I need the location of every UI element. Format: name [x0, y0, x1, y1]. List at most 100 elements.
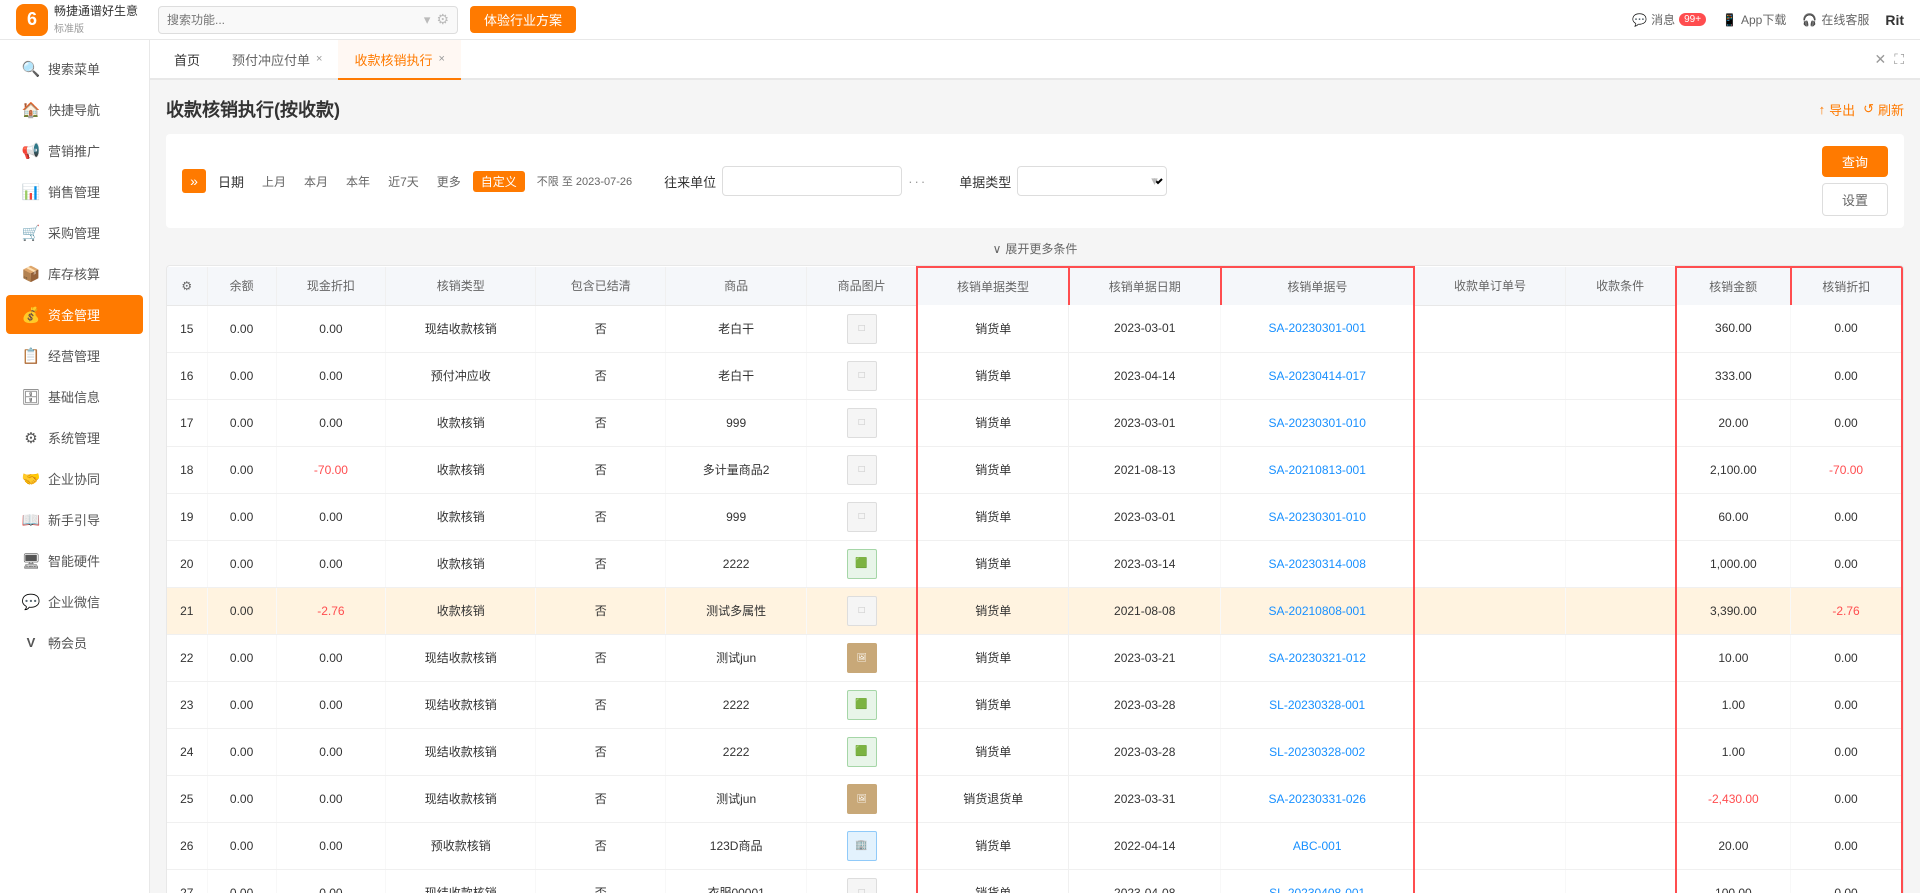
col-gear[interactable]: ⚙ [167, 267, 207, 305]
search-dropdown-icon[interactable]: ▾ [424, 12, 431, 28]
bill-no-link[interactable]: SA-20230414-017 [1268, 369, 1365, 383]
cell-bill-no[interactable]: SA-20230301-010 [1221, 493, 1415, 540]
sidebar-item-enterprise[interactable]: 🤝 企业协同 [6, 459, 143, 498]
bill-no-link[interactable]: ABC-001 [1293, 839, 1342, 853]
last7-btn[interactable]: 近7天 [382, 171, 425, 192]
cell-bill-no[interactable]: SL-20230328-002 [1221, 728, 1415, 775]
cell-bill-no[interactable]: SA-20210808-001 [1221, 587, 1415, 634]
cell-id: 24 [167, 728, 207, 775]
cell-cash-discount: 0.00 [276, 399, 386, 446]
industry-btn[interactable]: 体验行业方案 [470, 6, 576, 33]
sidebar-item-guide[interactable]: 📖 新手引导 [6, 500, 143, 539]
cell-bill-type: 销货单 [917, 493, 1069, 540]
settings-btn[interactable]: 设置 [1822, 183, 1888, 216]
bill-no-link[interactable]: SL-20230408-001 [1269, 886, 1365, 893]
sidebar-item-search[interactable]: 🔍 搜索菜单 [6, 49, 143, 88]
cell-cash-discount: 0.00 [276, 305, 386, 352]
user-item[interactable]: Rit [1885, 12, 1904, 28]
tab-receipt-close[interactable]: × [438, 53, 444, 65]
top-search-box[interactable]: ▾ ⚙ [158, 6, 458, 34]
cell-type: 收款核销 [386, 540, 536, 587]
table-header-row: ⚙ 余额 现金折扣 核销类型 包含已结清 商品 商品图片 核销单据类型 核销单据… [167, 267, 1902, 305]
sidebar-item-finance[interactable]: 💰 资金管理 [6, 295, 143, 334]
app-download-item[interactable]: 📱 App下载 [1722, 11, 1786, 28]
tab-receipt[interactable]: 收款核销执行 × [338, 40, 460, 80]
this-month-btn[interactable]: 本月 [298, 171, 334, 192]
bill-no-link[interactable]: SA-20210808-001 [1268, 604, 1365, 618]
bill-no-link[interactable]: SL-20230328-002 [1269, 745, 1365, 759]
guide-icon: 📖 [22, 511, 40, 529]
bill-no-link[interactable]: SA-20230314-008 [1268, 557, 1365, 571]
sidebar-item-basic[interactable]: 🗄 基础信息 [6, 377, 143, 416]
export-btn[interactable]: ↑ 导出 [1819, 100, 1856, 119]
sidebar-label-enterprise: 企业协同 [48, 469, 100, 488]
cell-bill-no[interactable]: SA-20210813-001 [1221, 446, 1415, 493]
query-btn[interactable]: 查询 [1822, 146, 1888, 177]
cell-type: 现结收款核销 [386, 775, 536, 822]
top-search-input[interactable] [167, 13, 418, 27]
sidebar-item-member[interactable]: V 畅会员 [6, 623, 143, 662]
sidebar-item-wechat[interactable]: 💬 企业微信 [6, 582, 143, 621]
cell-bill-no[interactable]: SA-20230301-001 [1221, 305, 1415, 352]
cell-bill-no[interactable]: SL-20230328-001 [1221, 681, 1415, 728]
inventory-icon: 📦 [22, 265, 40, 283]
sidebar-label-basic: 基础信息 [48, 387, 100, 406]
bill-no-link[interactable]: SA-20210813-001 [1268, 463, 1365, 477]
tab-home[interactable]: 首页 [158, 40, 216, 80]
expand-row: ∨ 展开更多条件 [166, 240, 1904, 257]
date-btns: 上月 本月 本年 近7天 更多 自定义 [256, 171, 525, 192]
tab-expand-icon[interactable]: ⛶ [1894, 51, 1904, 68]
last-month-btn[interactable]: 上月 [256, 171, 292, 192]
cell-discount: 0.00 [1791, 399, 1902, 446]
sidebar-item-quick-nav[interactable]: 🏠 快捷导航 [6, 90, 143, 129]
tab-close-all-icon[interactable]: ✕ [1874, 51, 1886, 68]
bill-no-link[interactable]: SA-20230301-001 [1268, 321, 1365, 335]
sidebar-item-marketing[interactable]: 📢 营销推广 [6, 131, 143, 170]
cell-discount: 0.00 [1791, 681, 1902, 728]
cell-cash-discount: -70.00 [276, 446, 386, 493]
sidebar-item-purchase[interactable]: 🛒 采购管理 [6, 213, 143, 252]
filter-toggle-btn[interactable]: » [182, 169, 206, 193]
cell-bill-no[interactable]: SA-20230301-010 [1221, 399, 1415, 446]
bill-no-link[interactable]: SA-20230301-010 [1268, 510, 1365, 524]
cell-goods: 测试jun [666, 775, 807, 822]
cell-bill-no[interactable]: SA-20230331-026 [1221, 775, 1415, 822]
cell-bill-no[interactable]: SA-20230414-017 [1221, 352, 1415, 399]
tab-prepay[interactable]: 预付冲应付单 × [216, 40, 338, 80]
message-icon-item[interactable]: 💬 消息 99+ [1632, 11, 1706, 28]
cell-id: 16 [167, 352, 207, 399]
settings-icon-top[interactable]: ⚙ [436, 11, 449, 28]
bill-no-link[interactable]: SA-20230331-026 [1268, 792, 1365, 806]
this-year-btn[interactable]: 本年 [340, 171, 376, 192]
message-icon: 💬 [1632, 13, 1647, 27]
cell-bill-no[interactable]: SA-20230321-012 [1221, 634, 1415, 681]
sidebar-label-marketing: 营销推广 [48, 141, 100, 160]
sidebar-item-system[interactable]: ⚙ 系统管理 [6, 418, 143, 457]
cell-type: 预付冲应收 [386, 352, 536, 399]
bill-no-link[interactable]: SA-20230321-012 [1268, 651, 1365, 665]
bill-no-link[interactable]: SA-20230301-010 [1268, 416, 1365, 430]
filter-bar: » 日期 上月 本月 本年 近7天 更多 自定义 不限 至 2023-07-26… [166, 134, 1904, 228]
sidebar-item-operations[interactable]: 📋 经营管理 [6, 336, 143, 375]
more-btn[interactable]: 更多 [431, 171, 467, 192]
custom-btn[interactable]: 自定义 [473, 171, 525, 192]
marketing-icon: 📢 [22, 142, 40, 160]
cell-type: 现结收款核销 [386, 305, 536, 352]
basic-icon: 🗄 [22, 388, 40, 406]
cell-img: □ [807, 399, 917, 446]
cell-bill-no[interactable]: SA-20230314-008 [1221, 540, 1415, 587]
from-unit-input[interactable] [722, 166, 902, 196]
sidebar-item-hardware[interactable]: 🖥 智能硬件 [6, 541, 143, 580]
refresh-btn[interactable]: ↺ 刷新 [1863, 100, 1904, 119]
cell-bill-no[interactable]: ABC-001 [1221, 822, 1415, 869]
expand-btn[interactable]: ∨ 展开更多条件 [993, 240, 1078, 257]
sidebar-item-inventory[interactable]: 📦 库存核算 [6, 254, 143, 293]
sidebar-item-sales[interactable]: 📊 销售管理 [6, 172, 143, 211]
cell-bill-no[interactable]: SL-20230408-001 [1221, 869, 1415, 893]
online-service-item[interactable]: 🎧 在线客服 [1802, 11, 1869, 28]
bill-no-link[interactable]: SL-20230328-001 [1269, 698, 1365, 712]
receipt-type-select[interactable] [1017, 166, 1167, 196]
cell-discount: -70.00 [1791, 446, 1902, 493]
tab-prepay-close[interactable]: × [316, 53, 322, 65]
col-balance: 余额 [207, 267, 276, 305]
